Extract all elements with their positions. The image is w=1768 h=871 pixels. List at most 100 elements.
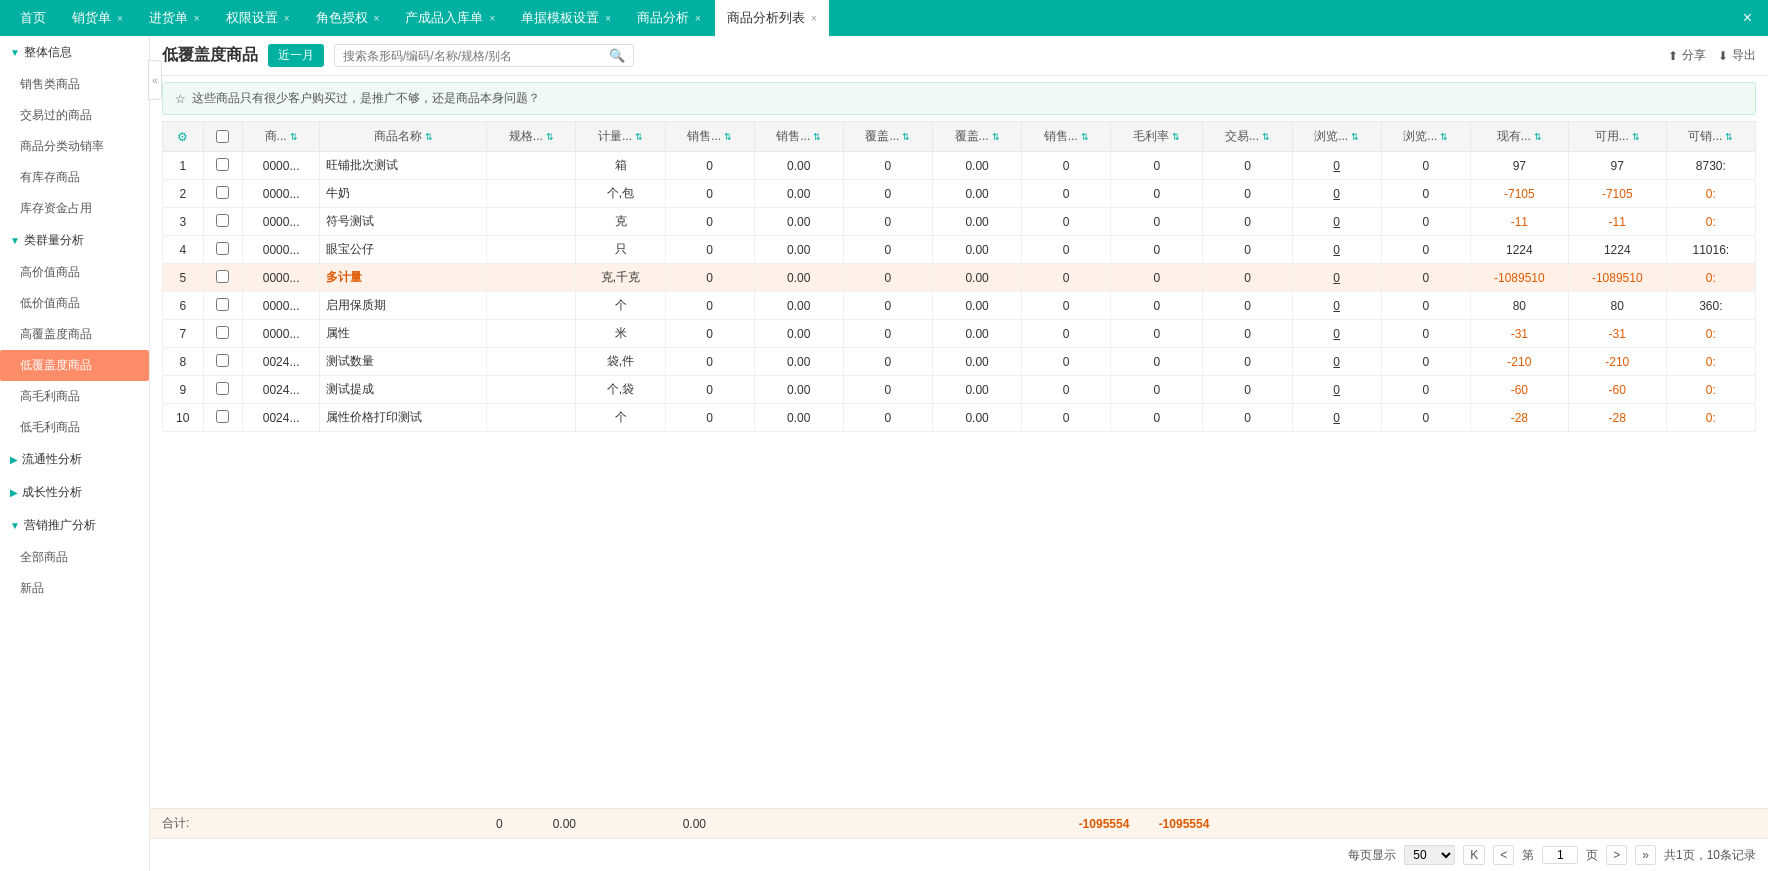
sidebar-section-growth[interactable]: ▶ 成长性分析 — [0, 476, 149, 509]
col-checkbox[interactable] — [203, 122, 243, 152]
prev-page-btn[interactable]: < — [1493, 845, 1514, 865]
row-checkbox[interactable] — [203, 152, 243, 180]
sidebar-item-low-margin[interactable]: 低毛利商品 — [0, 412, 149, 443]
row-checkbox[interactable] — [203, 376, 243, 404]
col-current-stock[interactable]: 现有...⇅ — [1470, 122, 1568, 152]
row-browse1[interactable]: 0 — [1292, 404, 1381, 432]
row-browse1[interactable]: 0 — [1292, 180, 1381, 208]
last-page-btn[interactable]: » — [1635, 845, 1656, 865]
select-all-checkbox[interactable] — [216, 130, 229, 143]
row-checkbox[interactable] — [203, 292, 243, 320]
row-checkbox[interactable] — [203, 236, 243, 264]
row-current-stock: -7105 — [1470, 180, 1568, 208]
nav-home[interactable]: 首页 — [8, 0, 58, 36]
col-coverage1[interactable]: 覆盖...⇅ — [843, 122, 932, 152]
row-checkbox[interactable] — [203, 404, 243, 432]
row-browse1[interactable]: 0 — [1292, 264, 1381, 292]
sidebar-item-sales-goods[interactable]: 销售类商品 — [0, 69, 149, 100]
sidebar-item-all-goods[interactable]: 全部商品 — [0, 542, 149, 573]
nav-goods-analysis[interactable]: 商品分析 × — [625, 0, 713, 36]
col-sellable[interactable]: 可销...⇅ — [1666, 122, 1755, 152]
nav-sales-order[interactable]: 销货单 × — [60, 0, 135, 36]
row-browse1[interactable]: 0 — [1292, 208, 1381, 236]
sidebar-item-stock-capital[interactable]: 库存资金占用 — [0, 193, 149, 224]
row-name[interactable]: 旺铺批次测试 — [319, 152, 486, 180]
row-name[interactable]: 属性 — [319, 320, 486, 348]
col-available-stock[interactable]: 可用...⇅ — [1568, 122, 1666, 152]
nav-role-auth[interactable]: 角色授权 × — [304, 0, 392, 36]
first-page-btn[interactable]: K — [1463, 845, 1485, 865]
nav-close-role[interactable]: × — [374, 13, 380, 24]
page-number-input[interactable] — [1542, 846, 1578, 864]
row-name[interactable]: 牛奶 — [319, 180, 486, 208]
next-page-btn[interactable]: > — [1606, 845, 1627, 865]
search-icon[interactable]: 🔍 — [609, 48, 625, 63]
col-coverage2[interactable]: 覆盖...⇅ — [933, 122, 1022, 152]
row-name[interactable]: 眼宝公仔 — [319, 236, 486, 264]
col-unit[interactable]: 计量...⇅ — [576, 122, 665, 152]
row-name[interactable]: 属性价格打印测试 — [319, 404, 486, 432]
nav-goods-analysis-list[interactable]: 商品分析列表 × — [715, 0, 829, 36]
row-browse1[interactable]: 0 — [1292, 152, 1381, 180]
nav-close-permission[interactable]: × — [284, 13, 290, 24]
row-name[interactable]: 测试提成 — [319, 376, 486, 404]
row-coverage2: 0.00 — [933, 348, 1022, 376]
col-sales-amt[interactable]: 销售...⇅ — [754, 122, 843, 152]
nav-template-settings[interactable]: 单据模板设置 × — [509, 0, 623, 36]
row-browse1[interactable]: 0 — [1292, 292, 1381, 320]
export-button[interactable]: ⬇ 导出 — [1718, 47, 1756, 64]
col-name[interactable]: 商品名称⇅ — [319, 122, 486, 152]
col-sales-qty[interactable]: 销售...⇅ — [665, 122, 754, 152]
search-input[interactable] — [343, 49, 603, 63]
row-checkbox[interactable] — [203, 264, 243, 292]
col-spec[interactable]: 规格...⇅ — [487, 122, 576, 152]
row-checkbox[interactable] — [203, 348, 243, 376]
nav-purchase-order[interactable]: 进货单 × — [137, 0, 212, 36]
sidebar-item-high-coverage[interactable]: 高覆盖度商品 — [0, 319, 149, 350]
sidebar-section-circulation[interactable]: ▶ 流通性分析 — [0, 443, 149, 476]
col-settings[interactable]: ⚙ — [163, 122, 204, 152]
col-code[interactable]: 商...⇅ — [243, 122, 319, 152]
sidebar-item-new-goods[interactable]: 新品 — [0, 573, 149, 604]
col-browse1[interactable]: 浏览...⇅ — [1292, 122, 1381, 152]
row-browse1[interactable]: 0 — [1292, 320, 1381, 348]
row-name[interactable]: 多计量 — [319, 264, 486, 292]
row-browse1[interactable]: 0 — [1292, 348, 1381, 376]
row-name[interactable]: 符号测试 — [319, 208, 486, 236]
row-checkbox[interactable] — [203, 180, 243, 208]
sidebar-item-high-margin[interactable]: 高毛利商品 — [0, 381, 149, 412]
nav-close-sales[interactable]: × — [117, 13, 123, 24]
nav-close-product-storage[interactable]: × — [489, 13, 495, 24]
col-browse2[interactable]: 浏览...⇅ — [1381, 122, 1470, 152]
nav-product-storage[interactable]: 产成品入库单 × — [393, 0, 507, 36]
window-close-btn[interactable]: × — [1735, 9, 1760, 27]
col-sales3[interactable]: 销售...⇅ — [1022, 122, 1111, 152]
nav-close-template[interactable]: × — [605, 13, 611, 24]
row-checkbox[interactable] — [203, 320, 243, 348]
row-no: 8 — [163, 348, 204, 376]
nav-close-goods-analysis-list[interactable]: × — [811, 13, 817, 24]
row-checkbox[interactable] — [203, 208, 243, 236]
col-gross-margin[interactable]: 毛利率⇅ — [1111, 122, 1203, 152]
period-button[interactable]: 近一月 — [268, 44, 324, 67]
sidebar-item-traded-goods[interactable]: 交易过的商品 — [0, 100, 149, 131]
sidebar-collapse-btn[interactable]: « — [148, 60, 162, 100]
sidebar-item-low-coverage[interactable]: 低覆盖度商品 — [0, 350, 149, 381]
sidebar-item-stocked-goods[interactable]: 有库存商品 — [0, 162, 149, 193]
col-trade[interactable]: 交易...⇅ — [1203, 122, 1292, 152]
page-size-select[interactable]: 20 50 100 — [1404, 845, 1455, 865]
sidebar-section-cluster[interactable]: ▼ 类群量分析 — [0, 224, 149, 257]
sidebar-item-low-value[interactable]: 低价值商品 — [0, 288, 149, 319]
share-button[interactable]: ⬆ 分享 — [1668, 47, 1706, 64]
row-name[interactable]: 测试数量 — [319, 348, 486, 376]
nav-permission[interactable]: 权限设置 × — [214, 0, 302, 36]
row-browse1[interactable]: 0 — [1292, 376, 1381, 404]
sidebar-item-high-value[interactable]: 高价值商品 — [0, 257, 149, 288]
sidebar-section-overall[interactable]: ▼ 整体信息 — [0, 36, 149, 69]
sidebar-section-marketing[interactable]: ▼ 营销推广分析 — [0, 509, 149, 542]
row-name[interactable]: 启用保质期 — [319, 292, 486, 320]
sidebar-item-category-sales-rate[interactable]: 商品分类动销率 — [0, 131, 149, 162]
nav-close-purchase[interactable]: × — [194, 13, 200, 24]
nav-close-goods-analysis[interactable]: × — [695, 13, 701, 24]
row-browse1[interactable]: 0 — [1292, 236, 1381, 264]
